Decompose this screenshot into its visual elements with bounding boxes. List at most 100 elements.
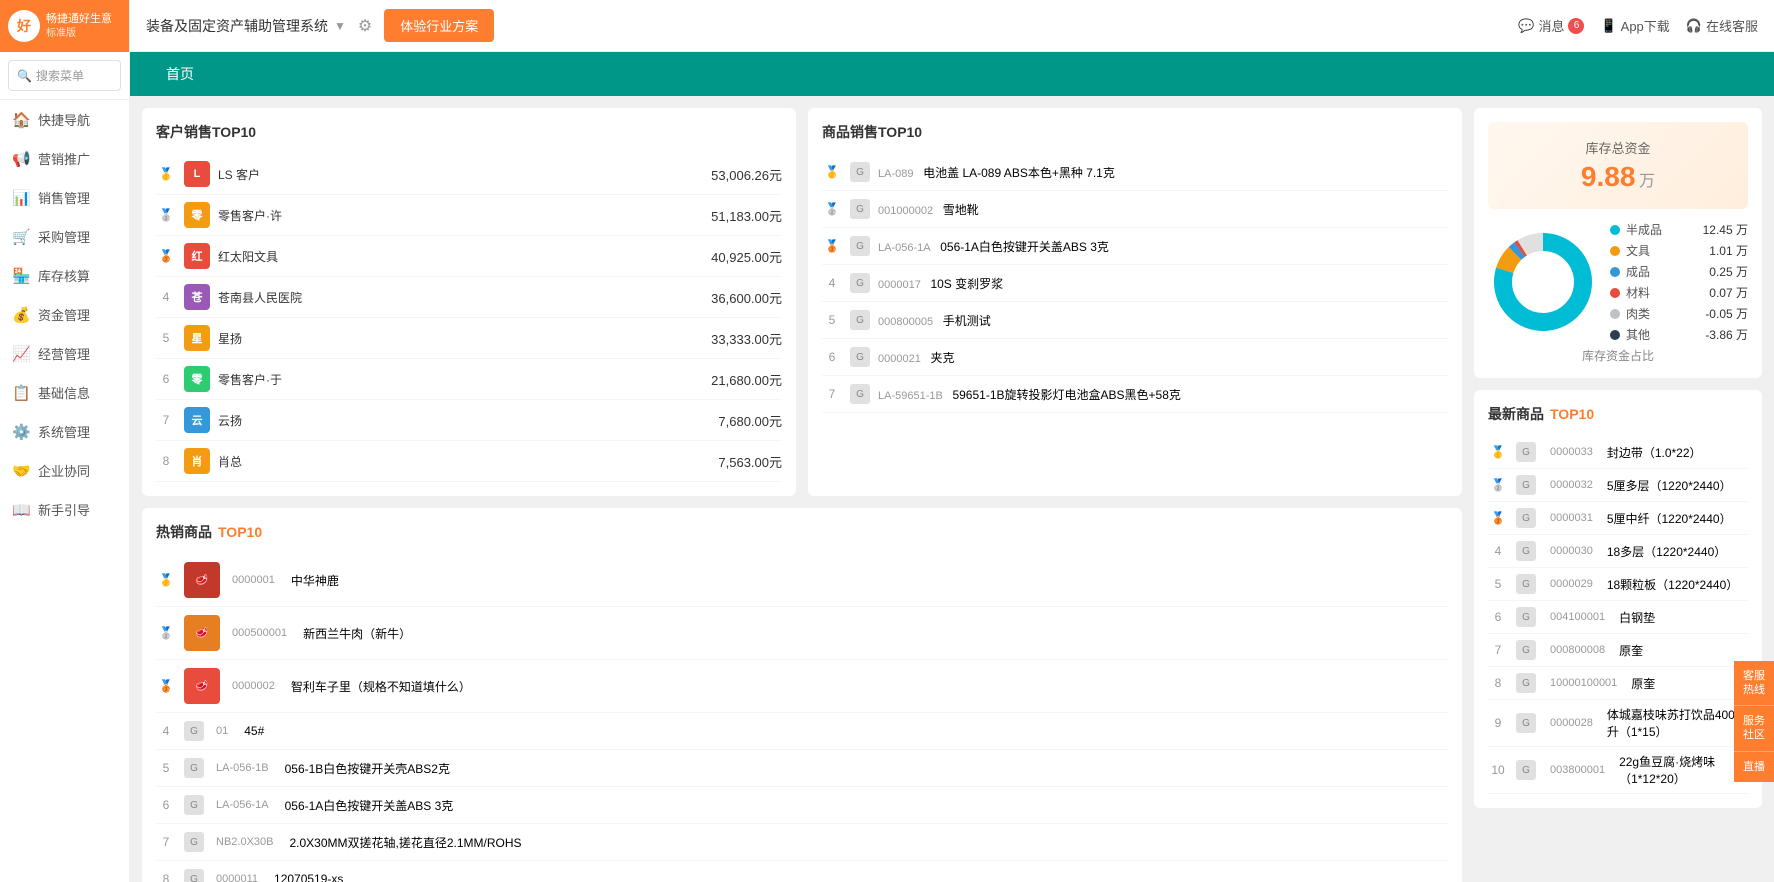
customer-avatar: 红 — [184, 243, 210, 269]
rank-num: 7 — [156, 835, 176, 849]
gear-icon[interactable]: ⚙ — [358, 16, 372, 36]
online-service-button[interactable]: 🎧 在线客服 — [1686, 16, 1758, 35]
customer-top10-title: 客户销售TOP10 — [156, 122, 782, 142]
content-area: 客户销售TOP10 🥇 L LS 客户 53,006.26元 🥈 零 零售客户 — [130, 96, 1774, 882]
hot-product-item: 5 G LA-056-1B 056-1B白色按键开关壳ABS2克 — [156, 750, 1448, 787]
product-icon: G — [1516, 475, 1536, 495]
rank-medal-1: 🥇 — [156, 167, 176, 181]
search-button[interactable]: 🔍 搜索菜单 — [8, 60, 121, 91]
sidebar-item-marketing[interactable]: 📢 营销推广 — [0, 139, 129, 178]
hot-product-item: 7 G NB2.0X30B 2.0X30MM双搓花轴,搓花直径2.1MM/ROH… — [156, 824, 1448, 861]
inventory-total: 库存总资金 9.88 万 — [1488, 122, 1748, 209]
sidebar-item-system[interactable]: ⚙️ 系统管理 — [0, 412, 129, 451]
customer-value: 51,183.00元 — [711, 206, 782, 225]
customer-name: 星扬 — [218, 330, 703, 347]
donut-chart-svg — [1488, 227, 1598, 337]
product-image: 🥩 — [184, 615, 220, 651]
customer-rank-list: 🥇 L LS 客户 53,006.26元 🥈 零 零售客户·许 51,183.0… — [156, 154, 782, 482]
tab-home[interactable]: 首页 — [146, 52, 214, 96]
product-rank-item: 5 G 000800005 手机测试 — [822, 302, 1448, 339]
float-btn-live[interactable]: 直播 — [1734, 752, 1774, 782]
rank-num: 5 — [156, 331, 176, 345]
float-buttons: 客服 热线 服务 社区 直播 — [1734, 661, 1774, 782]
sidebar-item-inventory[interactable]: 🏪 库存核算 — [0, 256, 129, 295]
new-product-item: 🥉 G 0000031 5厘中纤（1220*2440） — [1488, 502, 1748, 535]
legend-dot — [1610, 246, 1620, 256]
customer-value: 40,925.00元 — [711, 247, 782, 266]
product-icon: G — [1516, 673, 1536, 693]
customer-avatar: 云 — [184, 407, 210, 433]
sidebar: 好 畅捷通好生意 标准版 🔍 搜索菜单 🏠 快捷导航 📢 营销推广 📊 销售管理… — [0, 0, 130, 882]
nav-icon-operations: 📈 — [12, 345, 30, 363]
trial-button[interactable]: 体验行业方案 — [384, 9, 494, 42]
float-btn-community[interactable]: 服务 社区 — [1734, 706, 1774, 752]
product-sales-title: 商品销售TOP10 — [822, 122, 1448, 142]
product-icon: G — [850, 310, 870, 330]
hot-product-item: 🥈 🥩 000500001 新西兰牛肉（新牛） — [156, 607, 1448, 660]
customer-avatar: 零 — [184, 366, 210, 392]
rank-num: 10 — [1488, 763, 1508, 777]
logo-icon: 好 — [8, 10, 40, 42]
product-icon: G — [850, 384, 870, 404]
nav-icon-home: 🏠 — [12, 111, 30, 129]
hot-products-list: 🥇 🥩 0000001 中华神鹿 🥈 🥩 000500001 新西兰牛肉（新牛）… — [156, 554, 1448, 882]
product-info: LA-056-1A 056-1A白色按键开关盖ABS 3克 — [878, 238, 1448, 255]
rank-item: 🥉 红 红太阳文具 40,925.00元 — [156, 236, 782, 277]
new-product-item: 7 G 000800008 原奎 — [1488, 634, 1748, 667]
product-icon: G — [850, 236, 870, 256]
sidebar-item-purchase[interactable]: 🛒 采购管理 — [0, 217, 129, 256]
rank-num: 8 — [156, 454, 176, 468]
new-product-item: 10 G 003800001 22g鱼豆腐·烧烤味（1*12*20） — [1488, 747, 1748, 794]
sidebar-item-guide[interactable]: 📖 新手引导 — [0, 490, 129, 529]
inventory-label: 库存总资金 — [1504, 138, 1732, 157]
customer-avatar: 肖 — [184, 448, 210, 474]
rank-medal: 🥈 — [156, 626, 176, 640]
rank-num: 8 — [1488, 676, 1508, 690]
customer-avatar: 星 — [184, 325, 210, 351]
legend-item: 半成品 12.45 万 — [1610, 221, 1748, 238]
nav-icon-marketing: 📢 — [12, 150, 30, 168]
nav-icon-guide: 📖 — [12, 501, 30, 519]
sidebar-item-finance[interactable]: 💰 资金管理 — [0, 295, 129, 334]
customer-name: 红太阳文具 — [218, 248, 703, 265]
legend-item: 文具 1.01 万 — [1610, 242, 1748, 259]
app-download-button[interactable]: 📱 App下载 — [1600, 16, 1669, 35]
messages-button[interactable]: 💬 消息 6 — [1518, 16, 1584, 35]
sidebar-item-sales[interactable]: 📊 销售管理 — [0, 178, 129, 217]
chart-legend: 半成品 12.45 万 文具 1.01 万 成品 0.25 万 — [1610, 221, 1748, 343]
rank-num: 4 — [156, 724, 176, 738]
customer-value: 53,006.26元 — [711, 165, 782, 184]
sidebar-item-enterprise[interactable]: 🤝 企业协同 — [0, 451, 129, 490]
product-rank-item: 🥈 G 001000002 雪地靴 — [822, 191, 1448, 228]
rank-item: 4 苍 苍南县人民医院 36,600.00元 — [156, 277, 782, 318]
float-btn-service[interactable]: 客服 热线 — [1734, 661, 1774, 707]
new-product-item: 4 G 0000030 18多层（1220*2440） — [1488, 535, 1748, 568]
rank-item: 5 星 星扬 33,333.00元 — [156, 318, 782, 359]
messages-badge: 6 — [1568, 18, 1584, 34]
search-icon: 🔍 — [17, 69, 32, 83]
product-icon: G — [1516, 442, 1536, 462]
rank-num: 7 — [822, 387, 842, 401]
sidebar-item-operations[interactable]: 📈 经营管理 — [0, 334, 129, 373]
rank-num: 8 — [156, 872, 176, 882]
sidebar-item-basic-info[interactable]: 📋 基础信息 — [0, 373, 129, 412]
customer-avatar: 苍 — [184, 284, 210, 310]
product-icon: G — [184, 721, 204, 741]
rank-num: 6 — [156, 372, 176, 386]
customer-value: 33,333.00元 — [711, 329, 782, 348]
customer-value: 7,680.00元 — [718, 411, 782, 430]
customer-avatar: 零 — [184, 202, 210, 228]
rank-num: 6 — [156, 798, 176, 812]
rank-item: 6 零 零售客户·于 21,680.00元 — [156, 359, 782, 400]
rank-medal: 🥉 — [1488, 511, 1508, 525]
product-icon: G — [1516, 541, 1536, 561]
sidebar-item-navigation[interactable]: 🏠 快捷导航 — [0, 100, 129, 139]
product-info: LA-59651-1B 59651-1B旋转投影灯电池盒ABS黑色+58克 — [878, 386, 1448, 403]
legend-dot — [1610, 225, 1620, 235]
main-content: 装备及固定资产辅助管理系统 ▼ ⚙ 体验行业方案 💬 消息 6 📱 App下载 … — [130, 0, 1774, 882]
customer-value: 7,563.00元 — [718, 452, 782, 471]
hot-product-item: 6 G LA-056-1A 056-1A白色按键开关盖ABS 3克 — [156, 787, 1448, 824]
rank-num: 6 — [822, 350, 842, 364]
rank-item: 🥈 零 零售客户·许 51,183.00元 — [156, 195, 782, 236]
product-info: 0000017 10S 变刹罗浆 — [878, 275, 1448, 292]
